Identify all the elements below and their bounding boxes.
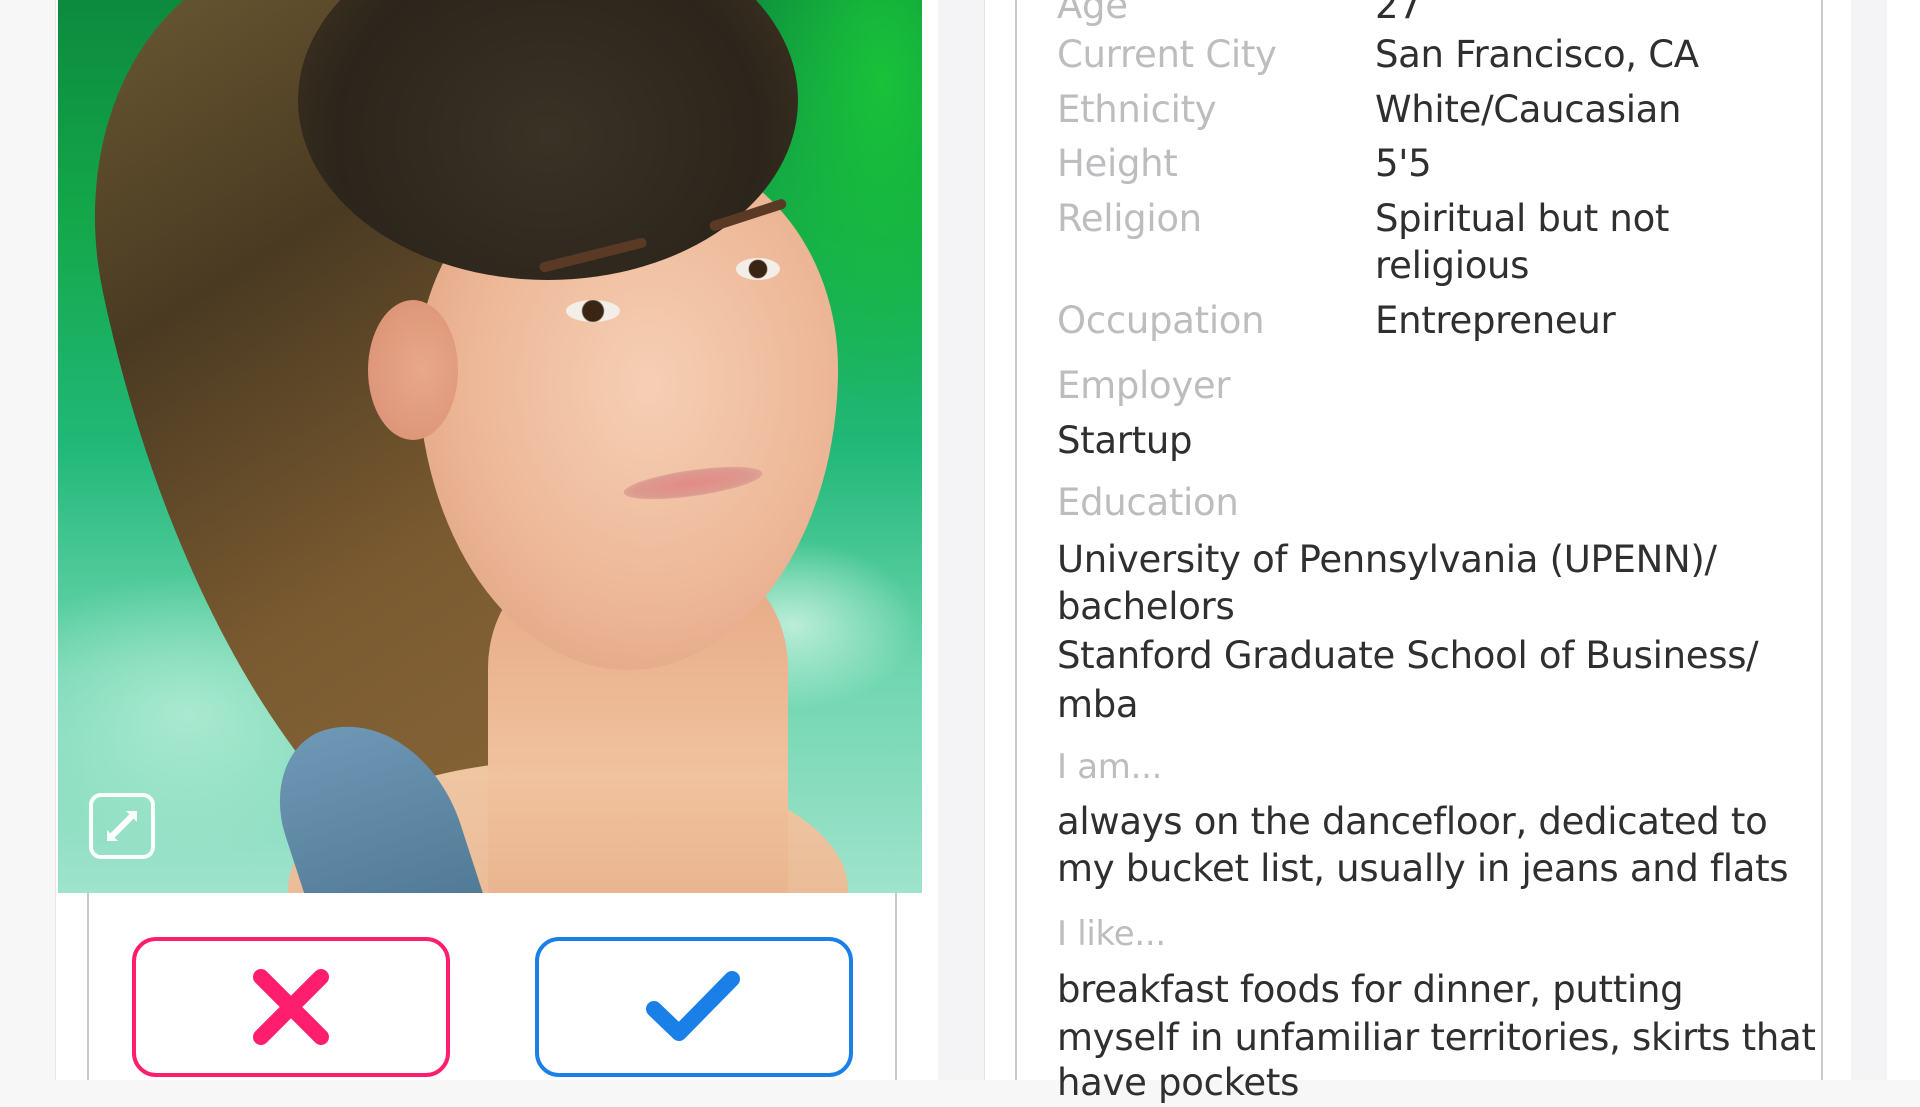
employer-label: Employer [1057, 364, 1231, 407]
i-like-line: have pockets [1057, 1061, 1300, 1104]
expand-icon [107, 811, 137, 841]
i-like-line: breakfast foods for dinner, putting [1057, 968, 1684, 1011]
current-city-value: San Francisco, CA [1375, 33, 1699, 76]
employer-value: Startup [1057, 419, 1193, 462]
height-label: Height [1057, 142, 1178, 185]
current-city-label: Current City [1057, 33, 1277, 76]
religion-value: Spiritual but not [1375, 197, 1670, 240]
i-am-label: I am... [1057, 747, 1163, 787]
right-gutter [1851, 0, 1887, 1080]
education-line: University of Pennsylvania (UPENN)/ [1057, 538, 1717, 581]
profile-photo[interactable] [58, 0, 922, 893]
education-line: Stanford Graduate School of Business/ [1057, 634, 1759, 677]
action-bar [87, 893, 897, 1080]
religion-label: Religion [1057, 197, 1202, 240]
i-like-line: myself in unfamiliar territories, skirts… [1057, 1016, 1816, 1059]
reject-button[interactable] [132, 937, 450, 1077]
photo-eye [736, 258, 780, 280]
height-value: 5'5 [1375, 142, 1432, 185]
card-gap [938, 0, 985, 1080]
profile-photo-card [56, 0, 938, 1080]
education-line: mba [1057, 683, 1139, 726]
education-label: Education [1057, 481, 1239, 524]
checkmark-icon [646, 971, 740, 1041]
ethnicity-value: White/Caucasian [1375, 88, 1682, 131]
occupation-label: Occupation [1057, 299, 1265, 342]
education-line: bachelors [1057, 585, 1235, 628]
religion-value-cont: religious [1375, 244, 1530, 287]
i-am-line: my bucket list, usually in jeans and fla… [1057, 847, 1789, 890]
photo-eye [566, 300, 620, 322]
age-value: 27 [1375, 0, 1422, 27]
profile-details-card: Age 27 Current City San Francisco, CA Et… [985, 0, 1851, 1104]
accept-button[interactable] [535, 937, 853, 1077]
expand-photo-button[interactable] [89, 793, 155, 859]
occupation-value: Entrepreneur [1375, 299, 1616, 342]
i-am-line: always on the dancefloor, dedicated to [1057, 800, 1768, 843]
i-like-label: I like... [1057, 914, 1166, 954]
right-edge [1887, 0, 1920, 1080]
age-label: Age [1057, 0, 1128, 27]
photo-ear [368, 300, 458, 440]
close-icon [253, 969, 329, 1045]
ethnicity-label: Ethnicity [1057, 88, 1217, 131]
profile-details-panel[interactable]: Age 27 Current City San Francisco, CA Et… [1015, 0, 1823, 1104]
